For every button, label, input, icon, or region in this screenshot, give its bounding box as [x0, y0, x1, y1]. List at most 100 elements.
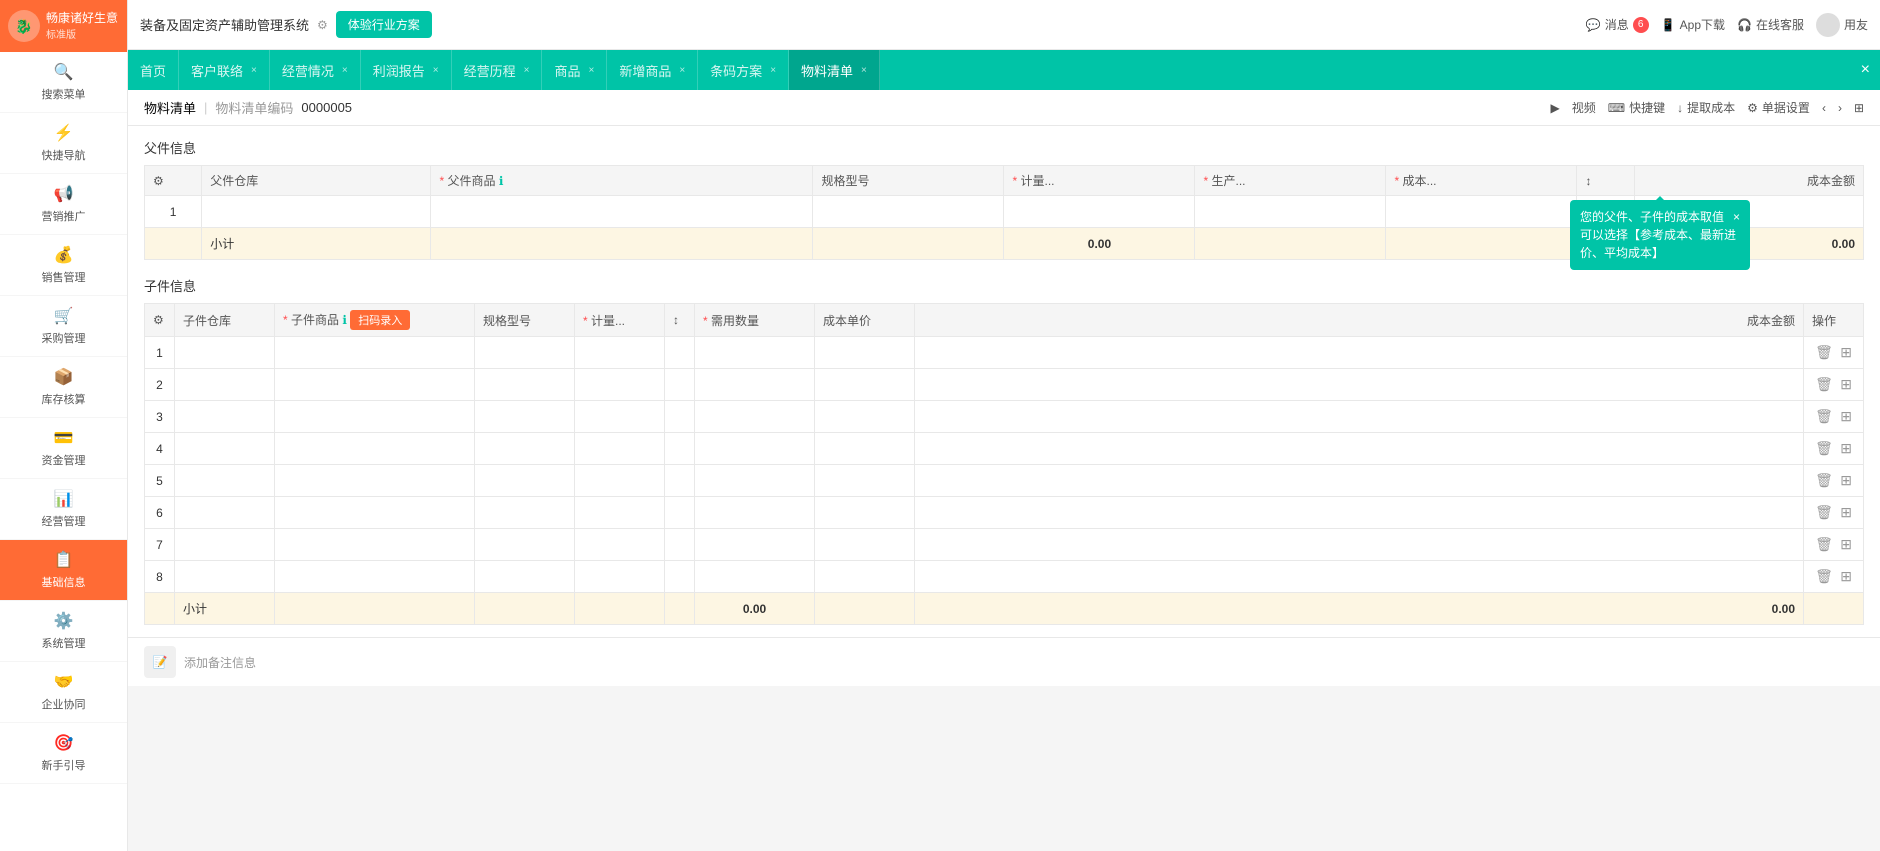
delete-icon-1[interactable]: 🗑 [1815, 344, 1833, 360]
child-sort-1[interactable] [665, 337, 695, 369]
child-spec-3[interactable] [475, 401, 575, 433]
tab-close-barcode[interactable]: × [770, 65, 776, 76]
view-btn[interactable]: 视频 [1572, 99, 1596, 116]
tab-close-products[interactable]: × [588, 65, 594, 76]
tab-operations-status[interactable]: 经营情况 × [270, 50, 361, 90]
online-service-btn[interactable]: 🎧 在线客服 [1737, 16, 1804, 33]
delete-icon-7[interactable]: 🗑 [1815, 536, 1833, 552]
copy-icon-8[interactable]: ⊞ [1840, 568, 1852, 584]
child-qty-unit-2[interactable] [575, 369, 665, 401]
child-qty-unit-1[interactable] [575, 337, 665, 369]
tab-customers[interactable]: 客户联络 × [179, 50, 270, 90]
child-product-4[interactable] [275, 433, 475, 465]
parent-cost-1[interactable] [1386, 196, 1577, 228]
child-sort-5[interactable] [665, 465, 695, 497]
child-needed-qty-4[interactable] [695, 433, 815, 465]
tab-close-bom[interactable]: × [861, 65, 867, 76]
sidebar-item-operations[interactable]: 📊 经营管理 [0, 479, 127, 540]
copy-icon-4[interactable]: ⊞ [1840, 440, 1852, 456]
child-spec-2[interactable] [475, 369, 575, 401]
sidebar-item-quick-nav[interactable]: ⚡ 快捷导航 [0, 113, 127, 174]
tab-close-ops-history[interactable]: × [524, 65, 530, 76]
extract-cost-btn[interactable]: ↓ 提取成本 [1677, 99, 1735, 116]
tab-ops-history[interactable]: 经营历程 × [452, 50, 543, 90]
parent-production-1[interactable] [1195, 196, 1386, 228]
child-unit-cost-7[interactable] [815, 529, 915, 561]
child-unit-cost-1[interactable] [815, 337, 915, 369]
child-spec-6[interactable] [475, 497, 575, 529]
child-warehouse-7[interactable] [175, 529, 275, 561]
child-product-2[interactable] [275, 369, 475, 401]
child-needed-qty-5[interactable] [695, 465, 815, 497]
sidebar-item-basic-info[interactable]: 📋 基础信息 [0, 540, 127, 601]
child-spec-8[interactable] [475, 561, 575, 593]
parent-qty-1[interactable] [1004, 196, 1195, 228]
child-product-6[interactable] [275, 497, 475, 529]
tab-close-new-product[interactable]: × [679, 65, 685, 76]
nav-next-btn[interactable]: › [1838, 101, 1842, 115]
sidebar-item-guide[interactable]: 🎯 新手引导 [0, 723, 127, 784]
copy-icon-7[interactable]: ⊞ [1840, 536, 1852, 552]
child-sort-3[interactable] [665, 401, 695, 433]
child-warehouse-4[interactable] [175, 433, 275, 465]
delete-icon-8[interactable]: 🗑 [1815, 568, 1833, 584]
sidebar-item-marketing[interactable]: 📢 营销推广 [0, 174, 127, 235]
sidebar-item-system[interactable]: ⚙️ 系统管理 [0, 601, 127, 662]
tab-barcode[interactable]: 条码方案 × [698, 50, 789, 90]
delete-icon-3[interactable]: 🗑 [1815, 408, 1833, 424]
parent-col-sort[interactable]: ↕ [1577, 166, 1634, 196]
settings-gear-icon[interactable]: ⚙ [317, 18, 328, 32]
parent-warehouse-1[interactable] [202, 196, 431, 228]
single-settings-btn[interactable]: ⚙ 单据设置 [1747, 99, 1810, 116]
parent-spec-1[interactable] [813, 196, 1004, 228]
nav-prev-btn[interactable]: ‹ [1822, 101, 1826, 115]
child-spec-5[interactable] [475, 465, 575, 497]
sidebar-item-inventory[interactable]: 📦 库存核算 [0, 357, 127, 418]
child-spec-4[interactable] [475, 433, 575, 465]
child-product-8[interactable] [275, 561, 475, 593]
sidebar-item-search[interactable]: 🔍 搜索菜单 [0, 52, 127, 113]
child-warehouse-1[interactable] [175, 337, 275, 369]
child-needed-qty-1[interactable] [695, 337, 815, 369]
child-qty-unit-5[interactable] [575, 465, 665, 497]
tab-products[interactable]: 商品 × [542, 50, 607, 90]
tab-home[interactable]: 首页 [128, 50, 179, 90]
child-product-7[interactable] [275, 529, 475, 561]
child-qty-unit-3[interactable] [575, 401, 665, 433]
child-unit-cost-4[interactable] [815, 433, 915, 465]
delete-icon-6[interactable]: 🗑 [1815, 504, 1833, 520]
sidebar-item-collab[interactable]: 🤝 企业协同 [0, 662, 127, 723]
child-sort-4[interactable] [665, 433, 695, 465]
child-product-1[interactable] [275, 337, 475, 369]
child-sort-2[interactable] [665, 369, 695, 401]
child-warehouse-8[interactable] [175, 561, 275, 593]
copy-icon-6[interactable]: ⊞ [1840, 504, 1852, 520]
parent-product-1[interactable] [431, 196, 813, 228]
sidebar-item-sales[interactable]: 💰 销售管理 [0, 235, 127, 296]
tab-bom[interactable]: 物料清单 × [789, 50, 880, 90]
tab-profit-report[interactable]: 利润报告 × [361, 50, 452, 90]
child-needed-qty-7[interactable] [695, 529, 815, 561]
copy-icon-1[interactable]: ⊞ [1840, 344, 1852, 360]
grid-view-btn[interactable]: ⊞ [1854, 101, 1864, 115]
child-qty-unit-8[interactable] [575, 561, 665, 593]
add-note-label[interactable]: 添加备注信息 [184, 654, 256, 671]
child-sort-8[interactable] [665, 561, 695, 593]
child-sort-7[interactable] [665, 529, 695, 561]
child-col-sort[interactable]: ↕ [665, 304, 695, 337]
child-qty-unit-4[interactable] [575, 433, 665, 465]
child-warehouse-3[interactable] [175, 401, 275, 433]
tab-close-customers[interactable]: × [251, 65, 257, 76]
child-needed-qty-6[interactable] [695, 497, 815, 529]
child-product-5[interactable] [275, 465, 475, 497]
app-download-btn[interactable]: 📱 App下载 [1661, 16, 1725, 33]
message-btn[interactable]: 💬 消息 6 [1586, 16, 1649, 33]
shortcut-btn[interactable]: ⌨ 快捷键 [1608, 99, 1665, 116]
copy-icon-3[interactable]: ⊞ [1840, 408, 1852, 424]
child-unit-cost-8[interactable] [815, 561, 915, 593]
user-avatar-btn[interactable]: 用友 [1816, 13, 1868, 37]
sidebar-item-finance[interactable]: 💳 资金管理 [0, 418, 127, 479]
child-unit-cost-2[interactable] [815, 369, 915, 401]
tooltip-close-btn[interactable]: × [1733, 208, 1740, 226]
delete-icon-2[interactable]: 🗑 [1815, 376, 1833, 392]
